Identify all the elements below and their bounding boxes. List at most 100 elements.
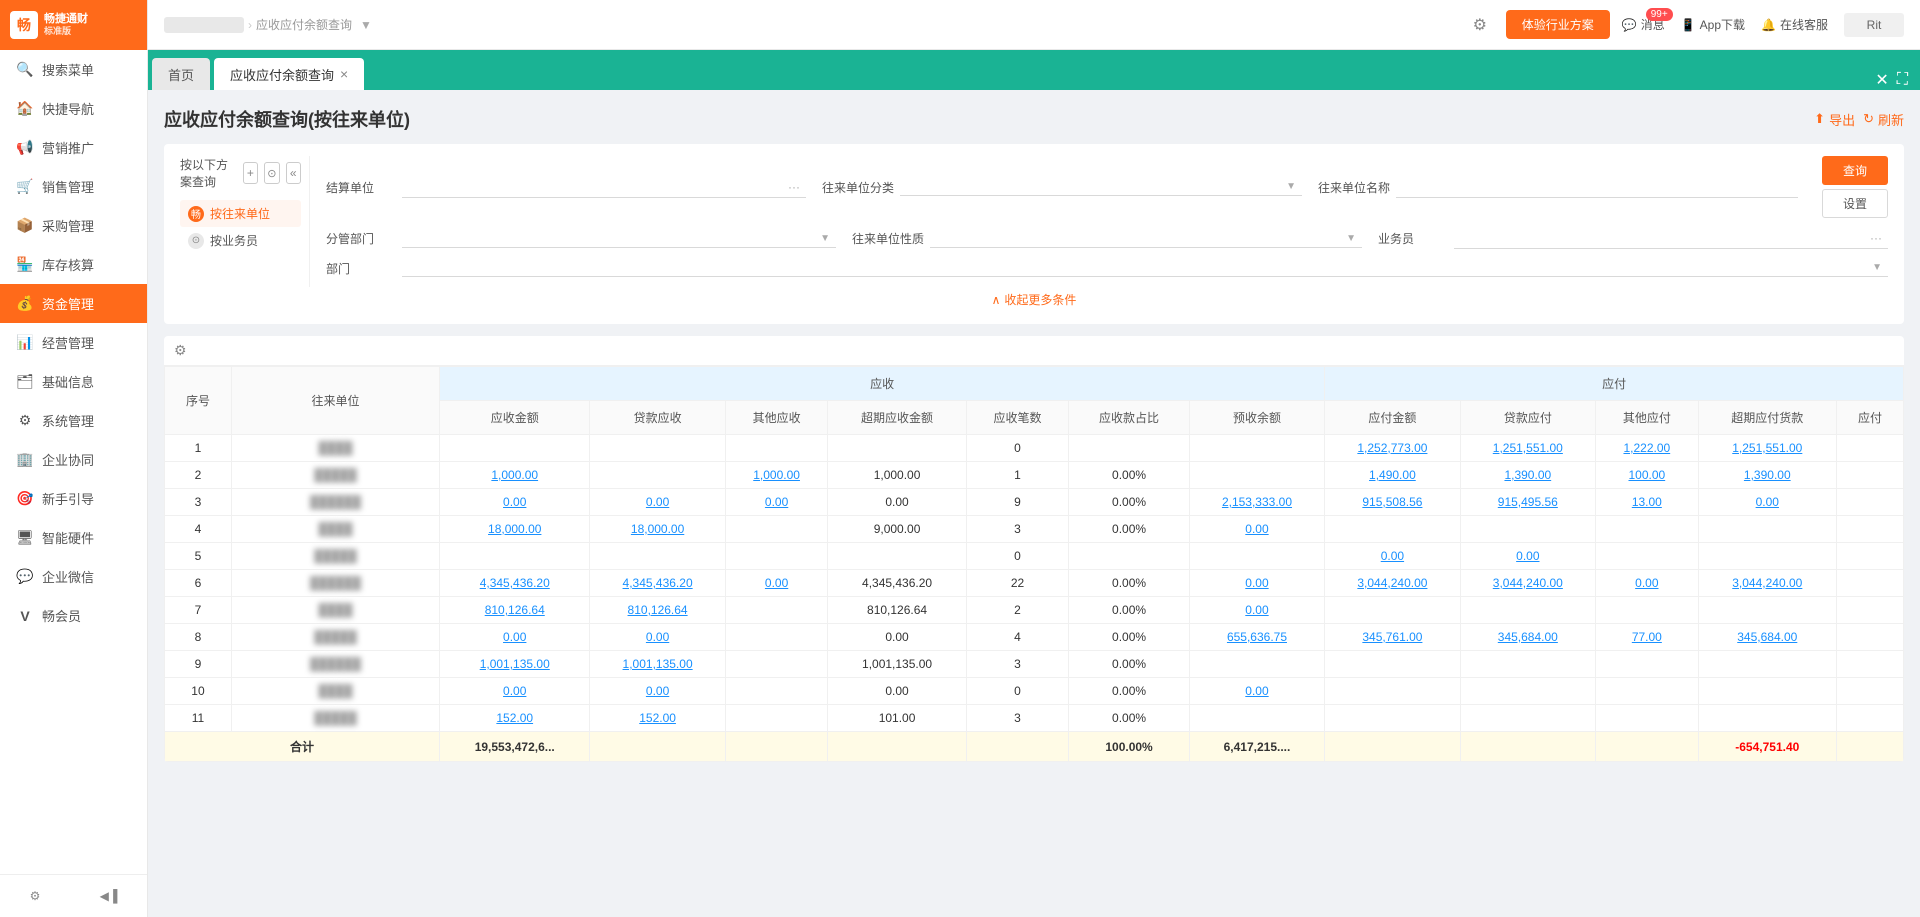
cell-loan-ap[interactable] — [1460, 516, 1595, 543]
sidebar-item-sales[interactable]: 🛒 销售管理 — [0, 167, 147, 206]
sidebar-collapse-btn[interactable]: ◀▐ — [90, 883, 128, 909]
cell-advance[interactable]: 2,153,333.00 — [1189, 489, 1324, 516]
cell-ar-amount[interactable]: 810,126.64 — [440, 597, 590, 624]
cell-ap-amount[interactable]: 0.00 — [1325, 543, 1460, 570]
sidebar-item-purchase[interactable]: 📦 采购管理 — [0, 206, 147, 245]
cell-loan-ar[interactable]: 0.00 — [590, 489, 725, 516]
cell-ar-amount[interactable]: 18,000.00 — [440, 516, 590, 543]
cell-overdue-ap[interactable] — [1698, 705, 1836, 732]
cell-loan-ap[interactable]: 1,251,551.00 — [1460, 435, 1595, 462]
cell-loan-ar[interactable] — [590, 543, 725, 570]
cell-advance[interactable] — [1189, 435, 1324, 462]
cell-overdue-ap[interactable] — [1698, 651, 1836, 678]
cell-advance[interactable]: 0.00 — [1189, 597, 1324, 624]
export-btn[interactable]: ⬆ 导出 — [1814, 110, 1855, 129]
cell-loan-ap[interactable] — [1460, 678, 1595, 705]
table-scroll-container[interactable]: 序号 往来单位 应收 应付 应收金额 贷款应收 其他应收 超期应收金额 应收笔数 — [164, 366, 1904, 762]
cell-overdue-ap[interactable]: 3,044,240.00 — [1698, 570, 1836, 597]
unit-nature-select[interactable]: ▼ — [930, 230, 1362, 248]
cell-overdue-ap[interactable] — [1698, 543, 1836, 570]
promo-btn[interactable]: 体验行业方案 — [1506, 10, 1610, 39]
cell-overdue-ap[interactable]: 1,390.00 — [1698, 462, 1836, 489]
cell-ap-amount[interactable] — [1325, 597, 1460, 624]
cell-loan-ap[interactable]: 3,044,240.00 — [1460, 570, 1595, 597]
sidebar-settings-btn[interactable]: ⚙ — [20, 883, 51, 909]
cell-ap-amount[interactable] — [1325, 516, 1460, 543]
dept-managed-select[interactable]: ▼ — [402, 230, 836, 248]
salesperson-input[interactable]: ··· — [1454, 228, 1888, 249]
sidebar-item-marketing[interactable]: 📢 营销推广 — [0, 128, 147, 167]
sidebar-item-member[interactable]: V 畅会员 — [0, 596, 147, 635]
collapse-bar[interactable]: ∧ 收起更多条件 — [180, 287, 1888, 312]
query-btn[interactable]: 查询 — [1822, 156, 1888, 185]
search-nav-by-unit[interactable]: 畅 按往来单位 — [180, 200, 301, 227]
cell-ap-amount[interactable] — [1325, 705, 1460, 732]
breadcrumb-dropdown-icon[interactable]: ▼ — [360, 18, 372, 32]
cell-loan-ar[interactable]: 0.00 — [590, 678, 725, 705]
sidebar-item-system[interactable]: ⚙ 系统管理 — [0, 401, 147, 440]
cell-other-ap[interactable] — [1596, 597, 1699, 624]
cell-other-ar[interactable] — [725, 678, 828, 705]
set-btn[interactable]: 设置 — [1822, 189, 1888, 218]
cell-loan-ar[interactable]: 4,345,436.20 — [590, 570, 725, 597]
dept-select[interactable]: ▼ — [402, 259, 1888, 277]
cell-ap-amount[interactable]: 1,252,773.00 — [1325, 435, 1460, 462]
cell-loan-ar[interactable] — [590, 435, 725, 462]
tab-home[interactable]: 首页 — [152, 58, 210, 90]
cell-other-ar[interactable] — [725, 705, 828, 732]
header-gear-btn[interactable]: ⚙ — [1466, 11, 1494, 39]
cell-other-ap[interactable]: 13.00 — [1596, 489, 1699, 516]
cell-other-ap[interactable] — [1596, 705, 1699, 732]
tab-close-btn[interactable]: × — [340, 66, 348, 82]
cell-advance[interactable]: 0.00 — [1189, 516, 1324, 543]
cell-overdue-ap[interactable]: 345,684.00 — [1698, 624, 1836, 651]
cell-loan-ap[interactable] — [1460, 705, 1595, 732]
unit-category-select[interactable]: ▼ — [900, 178, 1302, 196]
cell-ar-amount[interactable]: 152.00 — [440, 705, 590, 732]
cell-ar-amount[interactable]: 1,000.00 — [440, 462, 590, 489]
sidebar-item-hardware[interactable]: 🖥 智能硬件 — [0, 518, 147, 557]
tab-maximize-btn[interactable]: ⛶ — [1897, 71, 1908, 89]
search-nav-by-staff[interactable]: ⊙ 按业务员 — [180, 227, 301, 254]
cell-ap-amount[interactable]: 345,761.00 — [1325, 624, 1460, 651]
cell-loan-ap[interactable]: 915,495.56 — [1460, 489, 1595, 516]
cell-loan-ar[interactable]: 0.00 — [590, 624, 725, 651]
cell-advance[interactable] — [1189, 462, 1324, 489]
cell-loan-ar[interactable]: 152.00 — [590, 705, 725, 732]
cell-other-ar[interactable] — [725, 597, 828, 624]
cell-other-ap[interactable] — [1596, 543, 1699, 570]
cell-overdue-ap[interactable] — [1698, 516, 1836, 543]
cell-other-ap[interactable] — [1596, 516, 1699, 543]
refresh-btn[interactable]: ↻ 刷新 — [1863, 110, 1904, 129]
cell-other-ar[interactable] — [725, 624, 828, 651]
cell-ap-amount[interactable] — [1325, 678, 1460, 705]
unit-name-input[interactable] — [1396, 177, 1798, 198]
sidebar-item-corp[interactable]: 🏢 企业协同 — [0, 440, 147, 479]
search-config-btn[interactable]: ⊙ — [264, 162, 279, 184]
message-btn[interactable]: 💬 消息 99+ — [1622, 16, 1665, 33]
cell-loan-ap[interactable]: 0.00 — [1460, 543, 1595, 570]
cell-other-ar[interactable]: 0.00 — [725, 489, 828, 516]
cell-other-ar[interactable] — [725, 516, 828, 543]
cell-other-ar[interactable] — [725, 543, 828, 570]
settlement-unit-input[interactable]: ··· — [402, 177, 806, 198]
cell-ap-amount[interactable]: 915,508.56 — [1325, 489, 1460, 516]
cell-ap-amount[interactable] — [1325, 651, 1460, 678]
cell-ap-amount[interactable]: 1,490.00 — [1325, 462, 1460, 489]
cell-other-ar[interactable] — [725, 435, 828, 462]
cell-ar-amount[interactable]: 0.00 — [440, 489, 590, 516]
sidebar-item-inventory[interactable]: 🏪 库存核算 — [0, 245, 147, 284]
tab-ar-ap[interactable]: 应收应付余额查询 × — [214, 58, 364, 90]
cell-overdue-ap[interactable] — [1698, 597, 1836, 624]
cell-ar-amount[interactable] — [440, 543, 590, 570]
cell-ar-amount[interactable]: 1,001,135.00 — [440, 651, 590, 678]
sidebar-item-guide[interactable]: 🎯 新手引导 — [0, 479, 147, 518]
cell-loan-ar[interactable]: 1,001,135.00 — [590, 651, 725, 678]
cell-other-ar[interactable]: 1,000.00 — [725, 462, 828, 489]
search-prev-btn[interactable]: « — [286, 162, 301, 184]
cell-loan-ap[interactable]: 1,390.00 — [1460, 462, 1595, 489]
app-download-btn[interactable]: 📱 App下载 — [1681, 16, 1745, 33]
cell-advance[interactable]: 0.00 — [1189, 678, 1324, 705]
cell-other-ap[interactable]: 1,222.00 — [1596, 435, 1699, 462]
cell-advance[interactable]: 655,636.75 — [1189, 624, 1324, 651]
